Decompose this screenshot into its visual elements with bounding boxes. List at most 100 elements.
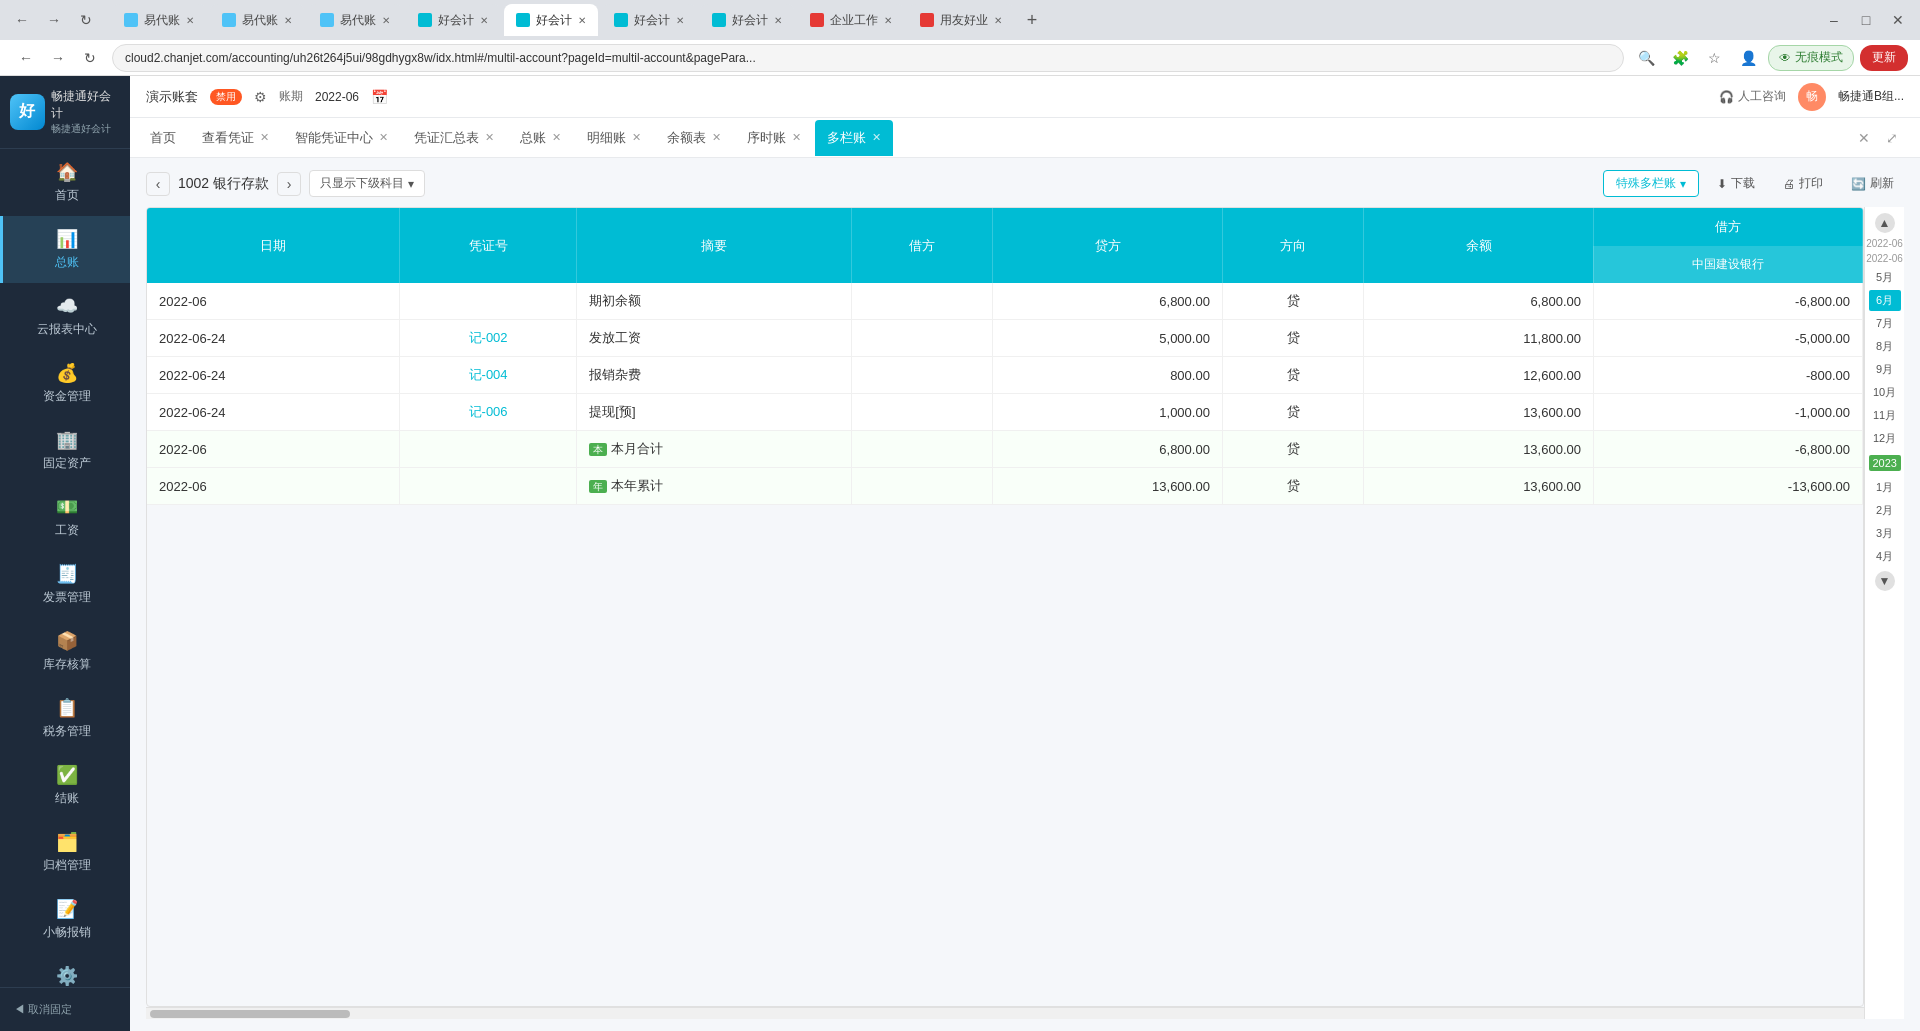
download-btn[interactable]: ⬇ 下载: [1707, 170, 1765, 197]
addr-reload-btn[interactable]: ↻: [76, 44, 104, 72]
timeline-month-feb[interactable]: 2月: [1869, 500, 1901, 521]
timeline-month-aug[interactable]: 8月: [1869, 336, 1901, 357]
sidebar-item-settings[interactable]: ⚙️ 基础设置: [0, 953, 130, 987]
sidebar-item-invoice[interactable]: 🧾 发票管理: [0, 551, 130, 618]
timeline-month-sep[interactable]: 9月: [1869, 359, 1901, 380]
tab-close-balance[interactable]: ✕: [712, 131, 721, 144]
page-tab-general-ledger[interactable]: 总账 ✕: [508, 120, 573, 156]
page-tab-home[interactable]: 首页: [138, 120, 188, 156]
browser-tab-2[interactable]: 易代账 ✕: [210, 4, 304, 36]
close-window-btn[interactable]: ✕: [1884, 6, 1912, 34]
sidebar-item-archive[interactable]: 🗂️ 归档管理: [0, 819, 130, 886]
browser-tab-close-4[interactable]: ✕: [480, 15, 488, 26]
browser-tab-4[interactable]: 好会计 ✕: [406, 4, 500, 36]
timeline-month-jul[interactable]: 7月: [1869, 313, 1901, 334]
browser-tab-8[interactable]: 企业工作 ✕: [798, 4, 904, 36]
tab-close-multi-column[interactable]: ✕: [872, 131, 881, 144]
extension-icon[interactable]: 🧩: [1666, 44, 1694, 72]
browser-tab-close-2[interactable]: ✕: [284, 15, 292, 26]
account-next-btn[interactable]: ›: [277, 172, 301, 196]
tab-close-detail-ledger[interactable]: ✕: [632, 131, 641, 144]
browser-tab-close-6[interactable]: ✕: [676, 15, 684, 26]
browser-tab-close-1[interactable]: ✕: [186, 15, 194, 26]
addr-forward-btn[interactable]: →: [44, 44, 72, 72]
star-icon[interactable]: ☆: [1700, 44, 1728, 72]
sidebar-item-salary[interactable]: 💵 工资: [0, 484, 130, 551]
minimize-btn[interactable]: –: [1820, 6, 1848, 34]
browser-tab-7[interactable]: 好会计 ✕: [700, 4, 794, 36]
sidebar-item-home[interactable]: 🏠 首页: [0, 149, 130, 216]
sidebar-item-expense[interactable]: 📝 小畅报销: [0, 886, 130, 953]
sidebar-item-fixed-assets[interactable]: 🏢 固定资产: [0, 417, 130, 484]
col-credit: 贷方: [993, 208, 1223, 283]
browser-tab-3[interactable]: 易代账 ✕: [308, 4, 402, 36]
user-profile-icon[interactable]: 👤: [1734, 44, 1762, 72]
browser-tab-5-active[interactable]: 好会计 ✕: [504, 4, 598, 36]
timeline-month-mar[interactable]: 3月: [1869, 523, 1901, 544]
settings-icon[interactable]: ⚙: [254, 89, 267, 105]
browser-tab-9[interactable]: 用友好业 ✕: [908, 4, 1014, 36]
tab-close-sequence[interactable]: ✕: [792, 131, 801, 144]
sidebar-item-ledger[interactable]: 📊 总账: [0, 216, 130, 283]
browser-tab-1[interactable]: 易代账 ✕: [112, 4, 206, 36]
account-prev-btn[interactable]: ‹: [146, 172, 170, 196]
timeline-month-dec[interactable]: 12月: [1869, 428, 1901, 449]
horizontal-scrollbar[interactable]: [146, 1007, 1864, 1019]
timeline-month-jun[interactable]: 6月: [1869, 290, 1901, 311]
browser-tab-close-9[interactable]: ✕: [994, 15, 1002, 26]
page-tab-smart-voucher[interactable]: 智能凭证中心 ✕: [283, 120, 400, 156]
print-btn[interactable]: 🖨 打印: [1773, 170, 1833, 197]
expand-panel-icon[interactable]: ⤢: [1880, 126, 1904, 150]
col-summary: 摘要: [577, 208, 851, 283]
cell-voucher-3[interactable]: 记-006: [399, 394, 577, 431]
close-panel-icon[interactable]: ✕: [1852, 126, 1876, 150]
tab-close-view-voucher[interactable]: ✕: [260, 131, 269, 144]
page-tab-sequence[interactable]: 序时账 ✕: [735, 120, 813, 156]
tab-close-smart-voucher[interactable]: ✕: [379, 131, 388, 144]
timeline-month-oct[interactable]: 10月: [1869, 382, 1901, 403]
browser-tab-close-7[interactable]: ✕: [774, 15, 782, 26]
timeline-down-btn[interactable]: ▼: [1875, 571, 1895, 591]
forward-btn[interactable]: →: [40, 6, 68, 34]
page-tab-view-voucher[interactable]: 查看凭证 ✕: [190, 120, 281, 156]
timeline-month-may[interactable]: 5月: [1869, 267, 1901, 288]
maximize-btn[interactable]: □: [1852, 6, 1880, 34]
refresh-btn[interactable]: 🔄 刷新: [1841, 170, 1904, 197]
timeline-year-2023[interactable]: 2023: [1869, 455, 1901, 471]
calendar-icon[interactable]: 📅: [371, 89, 388, 105]
no-track-btn[interactable]: 👁无痕模式: [1768, 45, 1854, 71]
cell-voucher-1[interactable]: 记-002: [399, 320, 577, 357]
update-btn[interactable]: 更新: [1860, 45, 1908, 71]
sidebar-item-close-period[interactable]: ✅ 结账: [0, 752, 130, 819]
scrollbar-thumb[interactable]: [150, 1010, 350, 1018]
browser-tab-close-5[interactable]: ✕: [578, 15, 586, 26]
timeline-up-btn[interactable]: ▲: [1875, 213, 1895, 233]
address-input[interactable]: [112, 44, 1624, 72]
sidebar-item-tax[interactable]: 📋 税务管理: [0, 685, 130, 752]
new-tab-button[interactable]: +: [1018, 6, 1046, 34]
sidebar-item-inventory[interactable]: 📦 库存核算: [0, 618, 130, 685]
sidebar-item-fund[interactable]: 💰 资金管理: [0, 350, 130, 417]
addr-back-btn[interactable]: ←: [12, 44, 40, 72]
page-tab-voucher-summary[interactable]: 凭证汇总表 ✕: [402, 120, 506, 156]
browser-tab-6[interactable]: 好会计 ✕: [602, 4, 696, 36]
page-tab-detail-ledger[interactable]: 明细账 ✕: [575, 120, 653, 156]
cell-voucher-2[interactable]: 记-004: [399, 357, 577, 394]
browser-tab-close-8[interactable]: ✕: [884, 15, 892, 26]
search-icon[interactable]: 🔍: [1632, 44, 1660, 72]
page-tab-balance[interactable]: 余额表 ✕: [655, 120, 733, 156]
special-multi-btn[interactable]: 特殊多栏账 ▾: [1603, 170, 1699, 197]
back-btn[interactable]: ←: [8, 6, 36, 34]
timeline-month-apr[interactable]: 4月: [1869, 546, 1901, 567]
unpin-btn[interactable]: ◀ 取消固定: [8, 996, 122, 1023]
consultant-btn[interactable]: 🎧 人工咨询: [1719, 88, 1786, 105]
page-tab-multi-column[interactable]: 多栏账 ✕: [815, 120, 893, 156]
reload-btn[interactable]: ↻: [72, 6, 100, 34]
timeline-month-nov[interactable]: 11月: [1869, 405, 1901, 426]
browser-tab-close-3[interactable]: ✕: [382, 15, 390, 26]
tab-close-general-ledger[interactable]: ✕: [552, 131, 561, 144]
timeline-month-jan[interactable]: 1月: [1869, 477, 1901, 498]
tab-close-voucher-summary[interactable]: ✕: [485, 131, 494, 144]
sidebar-item-cloud-report[interactable]: ☁️ 云报表中心: [0, 283, 130, 350]
show-sub-dropdown[interactable]: 只显示下级科目 ▾: [309, 170, 425, 197]
